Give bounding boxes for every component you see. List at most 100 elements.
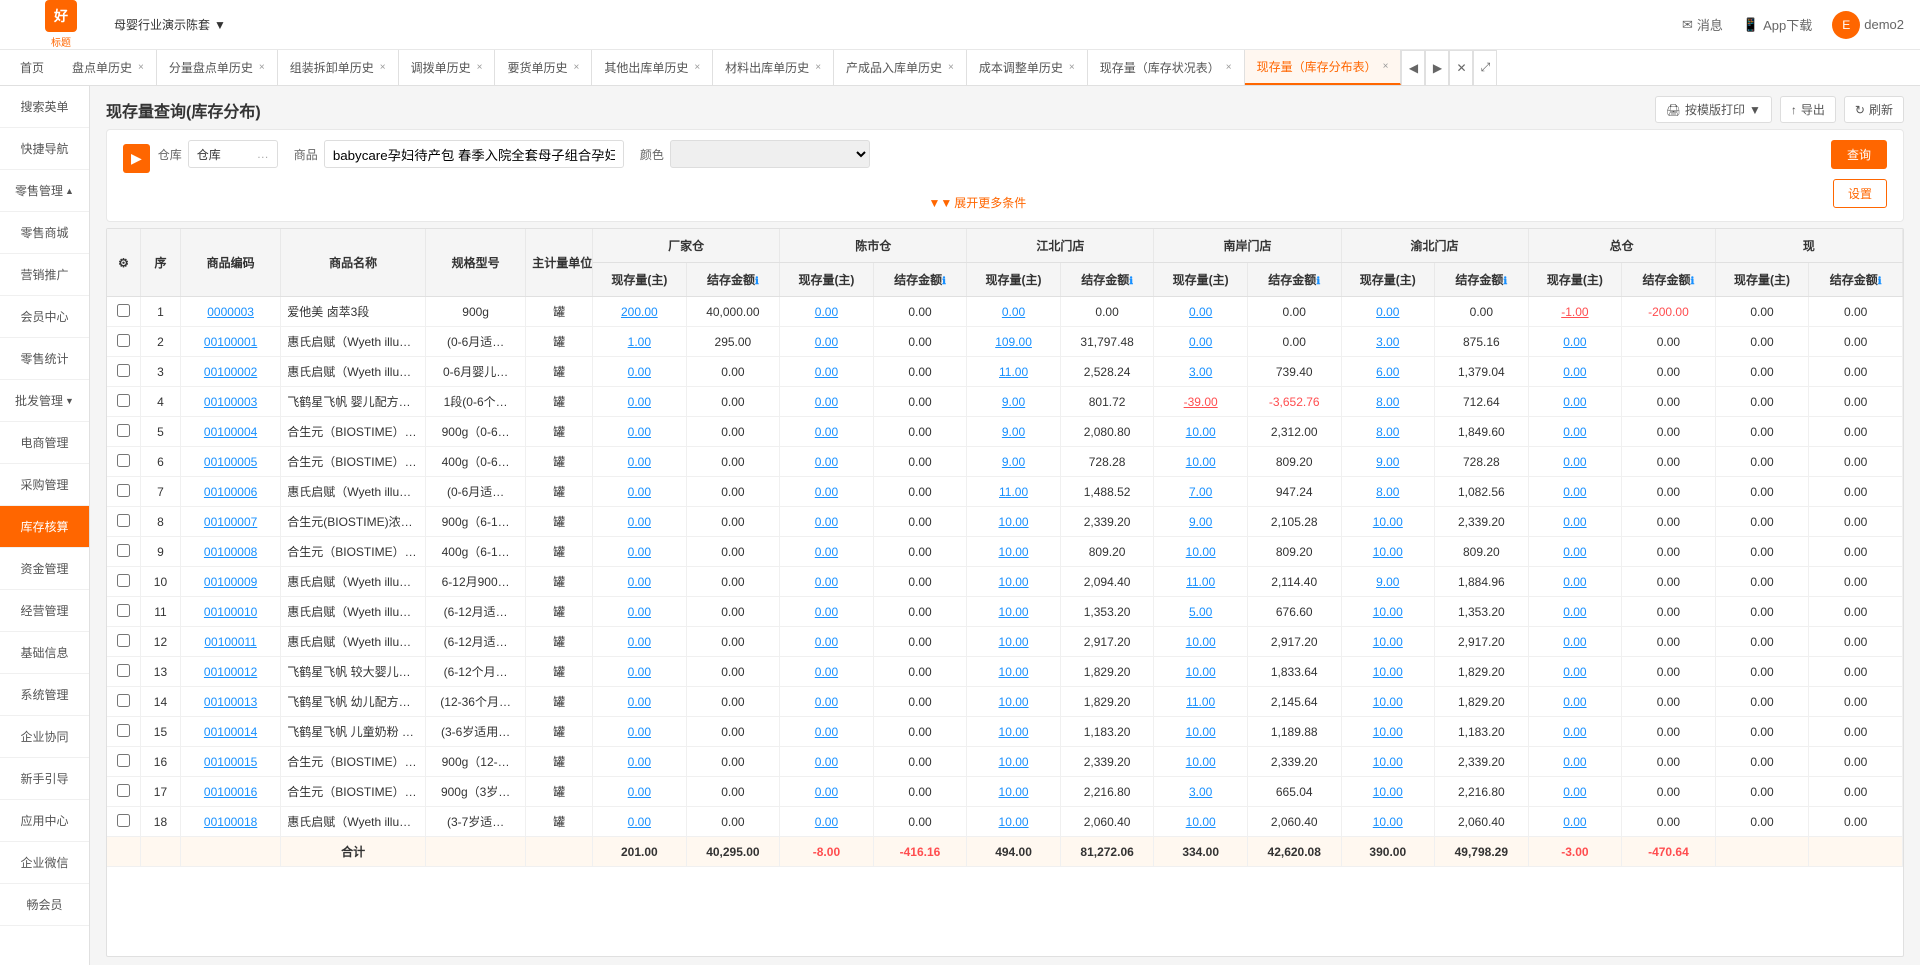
cell-no: 18 xyxy=(140,807,180,837)
tab-prev-btn[interactable]: ◀ xyxy=(1401,50,1425,86)
cell-checkbox[interactable] xyxy=(107,297,140,327)
sidebar-item-retail-stat[interactable]: 零售统计 xyxy=(0,338,89,380)
cs-info-icon[interactable]: ℹ xyxy=(942,276,946,287)
cell-checkbox[interactable] xyxy=(107,717,140,747)
print-btn[interactable]: 🖨 按模版打印 ▼ xyxy=(1655,96,1772,123)
cell-checkbox[interactable] xyxy=(107,567,140,597)
cell-fw-amount: 0.00 xyxy=(686,807,780,837)
table-row: 6 00100005 合生元（BIOSTIME）… 400g（0-6… 罐 0.… xyxy=(107,447,1903,477)
sidebar-item-corp-wechat[interactable]: 企业微信 xyxy=(0,842,89,884)
cell-checkbox[interactable] xyxy=(107,687,140,717)
tab-close-icon[interactable]: × xyxy=(1226,62,1232,73)
tab-requisition[interactable]: 要货单历史 × xyxy=(495,50,592,85)
extra-info-icon[interactable]: ℹ xyxy=(1878,276,1882,287)
cell-checkbox[interactable] xyxy=(107,357,140,387)
sidebar-item-purchase[interactable]: 采购管理 xyxy=(0,464,89,506)
cell-checkbox[interactable] xyxy=(107,627,140,657)
tab-close-icon[interactable]: × xyxy=(948,62,954,73)
tab-cost-adjust[interactable]: 成本调整单历史 × xyxy=(967,50,1088,85)
tab-close-icon[interactable]: × xyxy=(477,62,483,73)
tab-branch-stock[interactable]: 分量盘点单历史 × xyxy=(157,50,278,85)
collapse-btn[interactable]: ▶ xyxy=(123,144,150,173)
cell-cs-amount: 0.00 xyxy=(873,477,967,507)
cell-total-stock: 0.00 xyxy=(1528,687,1622,717)
tab-close-all-btn[interactable]: ✕ xyxy=(1449,50,1473,86)
tab-close-icon[interactable]: × xyxy=(1383,61,1389,72)
cell-checkbox[interactable] xyxy=(107,507,140,537)
tab-expand-btn[interactable]: ⤢ xyxy=(1473,50,1497,86)
sidebar-item-basic[interactable]: 基础信息 xyxy=(0,632,89,674)
sidebar-item-enterprise[interactable]: 企业协同 xyxy=(0,716,89,758)
cell-cs-amount: 0.00 xyxy=(873,717,967,747)
summary-empty xyxy=(181,837,281,867)
sidebar-item-guide[interactable]: 新手引导 xyxy=(0,758,89,800)
setting-btn[interactable]: 设置 xyxy=(1833,179,1887,208)
cell-checkbox[interactable] xyxy=(107,777,140,807)
tab-stock[interactable]: 盘点单历史 × xyxy=(60,50,157,85)
warehouse-select[interactable]: 仓库 … xyxy=(188,140,278,168)
message-btn[interactable]: ✉ 消息 xyxy=(1682,15,1723,34)
tab-next-btn[interactable]: ▶ xyxy=(1425,50,1449,86)
app-download-btn[interactable]: 📱 App下载 xyxy=(1743,15,1812,34)
cell-jb-stock: 10.00 xyxy=(967,597,1061,627)
cell-checkbox[interactable] xyxy=(107,657,140,687)
sidebar-item-member-plus[interactable]: 畅会员 xyxy=(0,884,89,926)
sidebar-item-system[interactable]: 系统管理 xyxy=(0,674,89,716)
cell-yb-stock: 10.00 xyxy=(1341,627,1435,657)
sidebar-item-ecom[interactable]: 电商管理 xyxy=(0,422,89,464)
sidebar-item-business[interactable]: 经营管理 xyxy=(0,590,89,632)
yb-info-icon[interactable]: ℹ xyxy=(1503,276,1507,287)
sidebar-item-member[interactable]: 会员中心 xyxy=(0,296,89,338)
cell-no: 7 xyxy=(140,477,180,507)
cell-yb-amount: 1,082.56 xyxy=(1435,477,1529,507)
expand-more-btn[interactable]: ▼▼ 展开更多条件 xyxy=(929,194,1027,211)
cell-checkbox[interactable] xyxy=(107,447,140,477)
tab-material-out[interactable]: 材料出库单历史 × xyxy=(713,50,834,85)
color-select[interactable] xyxy=(670,140,870,168)
sidebar-item-nav[interactable]: 快捷导航 xyxy=(0,128,89,170)
fw-info-icon[interactable]: ℹ xyxy=(755,276,759,287)
sidebar-item-marketing[interactable]: 营销推广 xyxy=(0,254,89,296)
cell-checkbox[interactable] xyxy=(107,597,140,627)
sidebar-item-wholesale[interactable]: 批发管理 ▼ xyxy=(0,380,89,422)
cell-checkbox[interactable] xyxy=(107,417,140,447)
tab-product-in[interactable]: 产成品入库单历史 × xyxy=(834,50,967,85)
refresh-btn[interactable]: ↻ 刷新 xyxy=(1844,96,1904,123)
tab-close-icon[interactable]: × xyxy=(380,62,386,73)
product-input[interactable] xyxy=(324,140,624,168)
tab-close-icon[interactable]: × xyxy=(573,62,579,73)
tab-transfer[interactable]: 调拨单历史 × xyxy=(399,50,496,85)
sidebar-item-retail-mgmt[interactable]: 零售管理 ▲ xyxy=(0,170,89,212)
cell-checkbox[interactable] xyxy=(107,477,140,507)
cell-yb-amount: 1,829.20 xyxy=(1435,657,1529,687)
sidebar-item-inventory[interactable]: 库存核算 xyxy=(0,506,89,548)
tab-close-icon[interactable]: × xyxy=(694,62,700,73)
tab-close-icon[interactable]: × xyxy=(815,62,821,73)
th-settings[interactable]: ⚙ xyxy=(107,229,140,297)
tab-close-icon[interactable]: × xyxy=(259,62,265,73)
company-dropdown[interactable]: 母婴行业演示陈套 ▼ xyxy=(114,16,226,33)
total-info-icon[interactable]: ℹ xyxy=(1691,276,1695,287)
tab-assemble[interactable]: 组装拆卸单历史 × xyxy=(278,50,399,85)
sidebar-item-app-center[interactable]: 应用中心 xyxy=(0,800,89,842)
tab-other-out[interactable]: 其他出库单历史 × xyxy=(592,50,713,85)
cell-checkbox[interactable] xyxy=(107,387,140,417)
tab-close-icon[interactable]: × xyxy=(1069,62,1075,73)
tab-close-icon[interactable]: × xyxy=(138,62,144,73)
cell-fw-amount: 0.00 xyxy=(686,597,780,627)
cell-checkbox[interactable] xyxy=(107,327,140,357)
sidebar-item-finance[interactable]: 资金管理 xyxy=(0,548,89,590)
user-menu[interactable]: E demo2 xyxy=(1832,11,1904,39)
sidebar-item-retail-shop[interactable]: 零售商城 xyxy=(0,212,89,254)
tab-stock-dist[interactable]: 现存量（库存分布表） × xyxy=(1245,50,1402,85)
cell-checkbox[interactable] xyxy=(107,807,140,837)
tab-home[interactable]: 首页 xyxy=(4,59,60,76)
tab-current-stock[interactable]: 现存量（库存状况表） × xyxy=(1088,50,1245,85)
sidebar-item-search[interactable]: 搜索英单 xyxy=(0,86,89,128)
cell-checkbox[interactable] xyxy=(107,747,140,777)
cell-checkbox[interactable] xyxy=(107,537,140,567)
export-btn[interactable]: ↑ 导出 xyxy=(1780,96,1836,123)
na-info-icon[interactable]: ℹ xyxy=(1316,276,1320,287)
query-btn[interactable]: 查询 xyxy=(1831,140,1887,169)
jb-info-icon[interactable]: ℹ xyxy=(1129,276,1133,287)
